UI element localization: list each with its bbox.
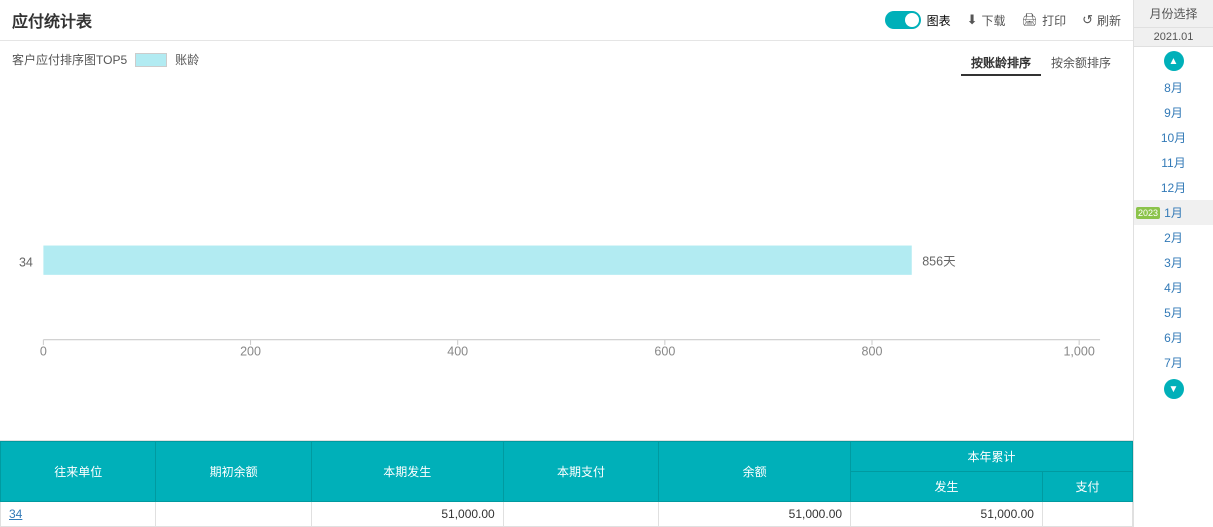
table-row: 34 51,000.00 51,000.00 51,000.00 xyxy=(1,502,1133,527)
month-10[interactable]: 10月 xyxy=(1134,125,1213,150)
legend-box-label: 账龄 xyxy=(175,51,199,68)
page-title: 应付统计表 xyxy=(12,8,92,32)
cell-current-occur: 51,000.00 xyxy=(311,502,503,527)
col-current-pay-header: 本期支付 xyxy=(503,442,658,502)
chart-svg: 34 856天 0 200 400 600 800 1,000 xyxy=(12,82,1121,430)
page-header: 应付统计表 图表 ⬇ 下载 🖨 打印 ↺ 刷新 xyxy=(0,0,1133,41)
cell-balance: 51,000.00 xyxy=(659,502,851,527)
svg-text:1,000: 1,000 xyxy=(1063,344,1094,358)
month-12[interactable]: 12月 xyxy=(1134,175,1213,200)
sort-tab-age[interactable]: 按账龄排序 xyxy=(961,51,1041,76)
svg-text:400: 400 xyxy=(447,344,468,358)
sidebar-year-label: 2021.01 xyxy=(1134,28,1213,47)
month-11[interactable]: 11月 xyxy=(1134,150,1213,175)
legend-text: 客户应付排序图TOP5 xyxy=(12,51,127,68)
right-sidebar: 月份选择 2021.01 ▲ 8月 9月 10月 11月 12月 2023 1月… xyxy=(1133,0,1213,527)
year-badge: 2023 xyxy=(1136,207,1160,219)
download-button[interactable]: ⬇ 下载 xyxy=(967,12,1006,29)
col-ytd-pay-header: 支付 xyxy=(1042,472,1132,502)
sidebar-nav-down: ▼ xyxy=(1134,375,1213,403)
cell-ytd-pay xyxy=(1042,502,1132,527)
col-opening-header: 期初余额 xyxy=(156,442,311,502)
svg-text:200: 200 xyxy=(240,344,261,358)
svg-text:856天: 856天 xyxy=(922,254,956,268)
print-icon: 🖨 xyxy=(1022,12,1039,28)
chart-toggle-wrap: 图表 xyxy=(885,11,951,29)
refresh-icon: ↺ xyxy=(1082,12,1093,28)
cell-current-pay xyxy=(503,502,658,527)
refresh-button[interactable]: ↺ 刷新 xyxy=(1082,12,1121,29)
chart-toggle-label: 图表 xyxy=(927,12,951,29)
svg-text:800: 800 xyxy=(862,344,883,358)
chart-legend: 客户应付排序图TOP5 账龄 xyxy=(12,51,199,68)
vendor-link[interactable]: 34 xyxy=(9,507,22,521)
nav-up-button[interactable]: ▲ xyxy=(1164,51,1184,71)
table-header-row1: 往来单位 期初余额 本期发生 本期支付 余额 本年累计 xyxy=(1,442,1133,472)
cell-opening xyxy=(156,502,311,527)
sort-tabs: 按账龄排序 按余额排序 xyxy=(961,51,1121,76)
sidebar-nav-up: ▲ xyxy=(1134,47,1213,75)
cell-ytd-occur: 51,000.00 xyxy=(851,502,1043,527)
month-5[interactable]: 5月 xyxy=(1134,300,1213,325)
month-3[interactable]: 3月 xyxy=(1134,250,1213,275)
chart-section: 客户应付排序图TOP5 账龄 按账龄排序 按余额排序 34 856天 xyxy=(0,41,1133,440)
data-table: 往来单位 期初余额 本期发生 本期支付 余额 本年累计 发生 支付 34 51,… xyxy=(0,441,1133,527)
sidebar-header: 月份选择 xyxy=(1134,0,1213,28)
nav-down-button[interactable]: ▼ xyxy=(1164,379,1184,399)
month-4[interactable]: 4月 xyxy=(1134,275,1213,300)
month-6[interactable]: 6月 xyxy=(1134,325,1213,350)
table-section: 往来单位 期初余额 本期发生 本期支付 余额 本年累计 发生 支付 34 51,… xyxy=(0,440,1133,527)
col-vendor-header: 往来单位 xyxy=(1,442,156,502)
svg-text:34: 34 xyxy=(19,255,33,269)
legend-box xyxy=(135,53,167,67)
chart-area: 34 856天 0 200 400 600 800 1,000 xyxy=(12,82,1121,430)
month-2[interactable]: 2月 xyxy=(1134,225,1213,250)
months-list: 8月 9月 10月 11月 12月 2023 1月 2月 3月 4月 5月 6月… xyxy=(1134,75,1213,375)
col-current-occur-header: 本期发生 xyxy=(311,442,503,502)
month-1-with-year[interactable]: 2023 1月 xyxy=(1134,200,1213,225)
cell-vendor: 34 xyxy=(1,502,156,527)
svg-text:600: 600 xyxy=(654,344,675,358)
download-icon: ⬇ xyxy=(967,12,978,28)
sort-tab-balance[interactable]: 按余额排序 xyxy=(1041,51,1121,76)
chart-toggle[interactable] xyxy=(885,11,921,29)
col-ytd-occur-header: 发生 xyxy=(851,472,1043,502)
svg-text:0: 0 xyxy=(40,344,47,358)
month-9[interactable]: 9月 xyxy=(1134,100,1213,125)
col-balance-header: 余额 xyxy=(659,442,851,502)
header-actions: 图表 ⬇ 下载 🖨 打印 ↺ 刷新 xyxy=(885,11,1121,29)
month-8[interactable]: 8月 xyxy=(1134,75,1213,100)
print-button[interactable]: 🖨 打印 xyxy=(1022,12,1067,29)
col-ytd-header: 本年累计 xyxy=(851,442,1133,472)
month-7[interactable]: 7月 xyxy=(1134,350,1213,375)
